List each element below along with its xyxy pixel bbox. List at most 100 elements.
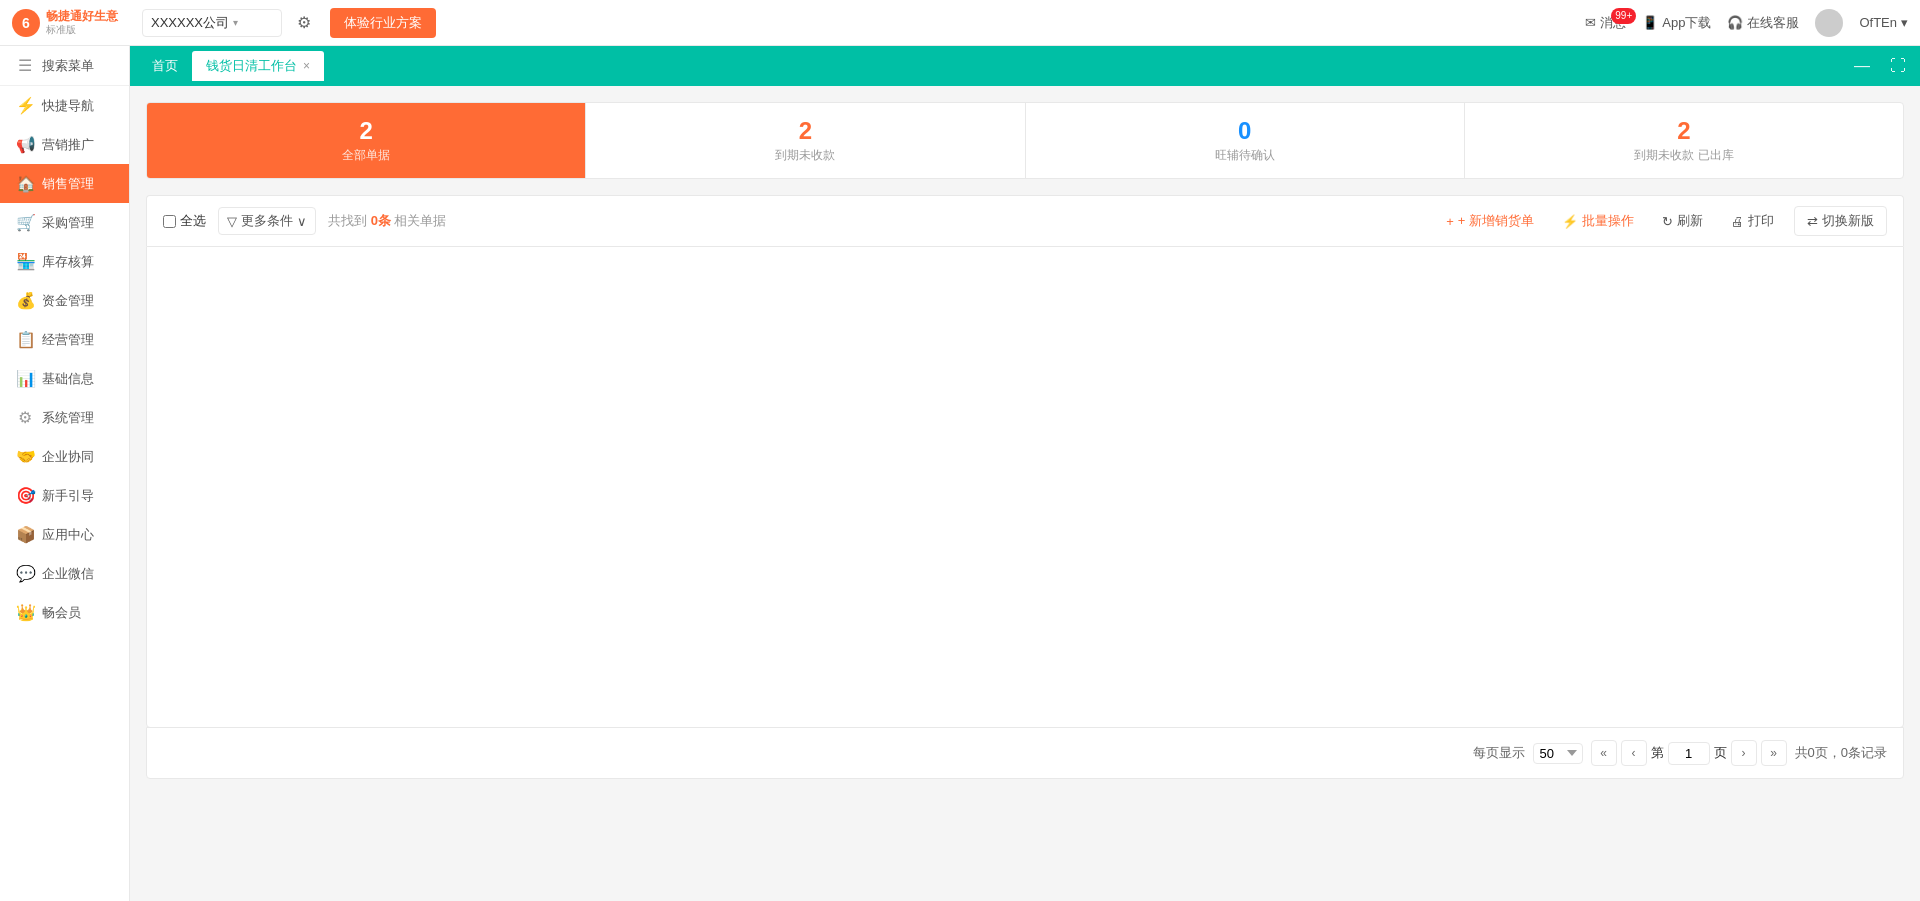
- refresh-button[interactable]: ↻ 刷新: [1654, 208, 1711, 234]
- sidebar-item-member[interactable]: 👑 畅会员: [0, 593, 129, 632]
- table-area: [146, 246, 1904, 728]
- batch-icon: ⚡: [1562, 214, 1578, 229]
- sidebar-label: 采购管理: [42, 214, 94, 232]
- page-label: 第: [1651, 744, 1664, 762]
- stat-card-overdue-shipped[interactable]: 2 到期未收款 已出库: [1465, 103, 1903, 178]
- sidebar-item-sales[interactable]: 🏠 销售管理: [0, 164, 129, 203]
- company-selector[interactable]: XXXXXX公司 ▾: [142, 9, 282, 37]
- expand-window-button[interactable]: ⛶: [1884, 55, 1912, 77]
- sidebar-item-purchase[interactable]: 🛒 采购管理: [0, 203, 129, 242]
- online-service-button[interactable]: 🎧 在线客服: [1727, 14, 1799, 32]
- sidebar-item-finance[interactable]: 💰 资金管理: [0, 281, 129, 320]
- logo-text: 畅捷通好生意 标准版: [46, 9, 118, 35]
- tab-bar: 首页 钱货日清工作台 × — ⛶: [130, 46, 1920, 86]
- megaphone-icon: 📢: [16, 135, 34, 154]
- switch-new-version-button[interactable]: ⇄ 切换新版: [1794, 206, 1887, 236]
- home-tab-label: 首页: [152, 57, 178, 75]
- sidebar-item-app-center[interactable]: 📦 应用中心: [0, 515, 129, 554]
- logo-area: 6 畅捷通好生意 标准版: [12, 9, 142, 37]
- user-avatar[interactable]: [1815, 9, 1843, 37]
- page-next-button[interactable]: ›: [1731, 740, 1757, 766]
- stat-label-all: 全部单据: [167, 147, 565, 164]
- sidebar-label: 快捷导航: [42, 97, 94, 115]
- stat-number-all: 2: [167, 117, 565, 145]
- switch-icon: ⇄: [1807, 214, 1818, 229]
- select-all-input[interactable]: [163, 215, 176, 228]
- sidebar-label: 新手引导: [42, 487, 94, 505]
- stat-label-overdue-shipped: 到期未收款 已出库: [1485, 147, 1883, 164]
- warehouse-icon: 🏪: [16, 252, 34, 271]
- sidebar-item-marketing[interactable]: 📢 营销推广: [0, 125, 129, 164]
- top-header: 6 畅捷通好生意 标准版 XXXXXX公司 ▾ ⚙ 体验行业方案 ✉ 消息 99…: [0, 0, 1920, 46]
- tab-cash-flow[interactable]: 钱货日清工作台 ×: [192, 51, 324, 81]
- per-page-select[interactable]: 10 20 50 100: [1533, 743, 1583, 764]
- settings-icon: ⚙: [16, 408, 34, 427]
- found-text: 共找到 0条 相关单据: [328, 212, 446, 230]
- filter-icon: ▽: [227, 214, 237, 229]
- stat-label-overdue: 到期未收款: [606, 147, 1004, 164]
- download-icon: 📱: [1642, 15, 1658, 30]
- search-icon: ☰: [16, 56, 34, 75]
- message-button[interactable]: ✉ 消息 99+: [1585, 14, 1626, 32]
- sidebar-item-quick-nav[interactable]: ⚡ 快捷导航: [0, 86, 129, 125]
- sidebar-item-enterprise[interactable]: 🤝 企业协同: [0, 437, 129, 476]
- per-page-label: 每页显示: [1473, 744, 1525, 762]
- logo-sub: 标准版: [46, 24, 118, 36]
- stat-card-pending[interactable]: 0 旺辅待确认: [1026, 103, 1465, 178]
- sidebar-item-inventory[interactable]: 🏪 库存核算: [0, 242, 129, 281]
- sidebar-item-operations[interactable]: 📋 经营管理: [0, 320, 129, 359]
- settings-button[interactable]: ⚙: [290, 9, 318, 37]
- lightning-icon: ⚡: [16, 96, 34, 115]
- stat-card-all[interactable]: 2 全部单据: [147, 103, 586, 178]
- active-tab-label: 钱货日清工作台: [206, 57, 297, 75]
- cart-icon: 🛒: [16, 213, 34, 232]
- page-prev-button[interactable]: ‹: [1621, 740, 1647, 766]
- select-all-label: 全选: [180, 212, 206, 230]
- toolbar: 全选 ▽ 更多条件 ∨ 共找到 0条 相关单据 + + 新增销货单 ⚡ 批量操作: [146, 195, 1904, 246]
- sidebar-label: 资金管理: [42, 292, 94, 310]
- stat-number-overdue: 2: [606, 117, 1004, 145]
- refresh-icon: ↻: [1662, 214, 1673, 229]
- page-last-button[interactable]: »: [1761, 740, 1787, 766]
- search-menu-label: 搜索菜单: [42, 57, 94, 75]
- target-icon: 🎯: [16, 486, 34, 505]
- tab-close-icon[interactable]: ×: [303, 59, 310, 73]
- sidebar-label: 系统管理: [42, 409, 94, 427]
- page-first-button[interactable]: «: [1591, 740, 1617, 766]
- sidebar-item-guide[interactable]: 🎯 新手引导: [0, 476, 129, 515]
- tab-home[interactable]: 首页: [138, 51, 192, 81]
- found-count: 0条: [371, 213, 391, 228]
- page-label-end: 页: [1714, 744, 1727, 762]
- sidebar-item-wechat[interactable]: 💬 企业微信: [0, 554, 129, 593]
- sidebar-item-basic-info[interactable]: 📊 基础信息: [0, 359, 129, 398]
- minimize-window-button[interactable]: —: [1848, 55, 1876, 77]
- clipboard-icon: 📋: [16, 330, 34, 349]
- stat-label-pending: 旺辅待确认: [1046, 147, 1444, 164]
- page-input[interactable]: [1668, 742, 1710, 765]
- money-icon: 💰: [16, 291, 34, 310]
- sidebar-label: 经营管理: [42, 331, 94, 349]
- toolbar-left: 全选 ▽ 更多条件 ∨ 共找到 0条 相关单据: [163, 207, 1426, 235]
- sidebar: ☰ 搜索菜单 ⚡ 快捷导航 📢 营销推广 🏠 销售管理 🛒 采购管理 🏪 库存核…: [0, 0, 130, 901]
- trial-button[interactable]: 体验行业方案: [330, 8, 436, 38]
- user-menu[interactable]: OfTEn ▾: [1859, 15, 1908, 30]
- print-icon: 🖨: [1731, 214, 1744, 229]
- chevron-down-icon: ▾: [1901, 15, 1908, 30]
- chevron-down-icon: ∨: [297, 214, 307, 229]
- sidebar-item-system[interactable]: ⚙ 系统管理: [0, 398, 129, 437]
- select-all-checkbox[interactable]: 全选: [163, 212, 206, 230]
- stat-card-overdue[interactable]: 2 到期未收款: [586, 103, 1025, 178]
- header-right: ✉ 消息 99+ 📱 App下载 🎧 在线客服 OfTEn ▾: [1585, 9, 1908, 37]
- sidebar-search[interactable]: ☰ 搜索菜单: [0, 46, 129, 86]
- user-name: OfTEn: [1859, 15, 1897, 30]
- page-navigation: « ‹ 第 页 › »: [1591, 740, 1787, 766]
- batch-operation-button[interactable]: ⚡ 批量操作: [1554, 208, 1642, 234]
- print-button[interactable]: 🖨 打印: [1723, 208, 1782, 234]
- box-icon: 📦: [16, 525, 34, 544]
- company-name: XXXXXX公司: [151, 14, 229, 32]
- plus-icon: +: [1446, 214, 1454, 229]
- stat-number-pending: 0: [1046, 117, 1444, 145]
- filter-button[interactable]: ▽ 更多条件 ∨: [218, 207, 316, 235]
- add-order-button[interactable]: + + 新增销货单: [1438, 208, 1542, 234]
- app-download-button[interactable]: 📱 App下载: [1642, 14, 1711, 32]
